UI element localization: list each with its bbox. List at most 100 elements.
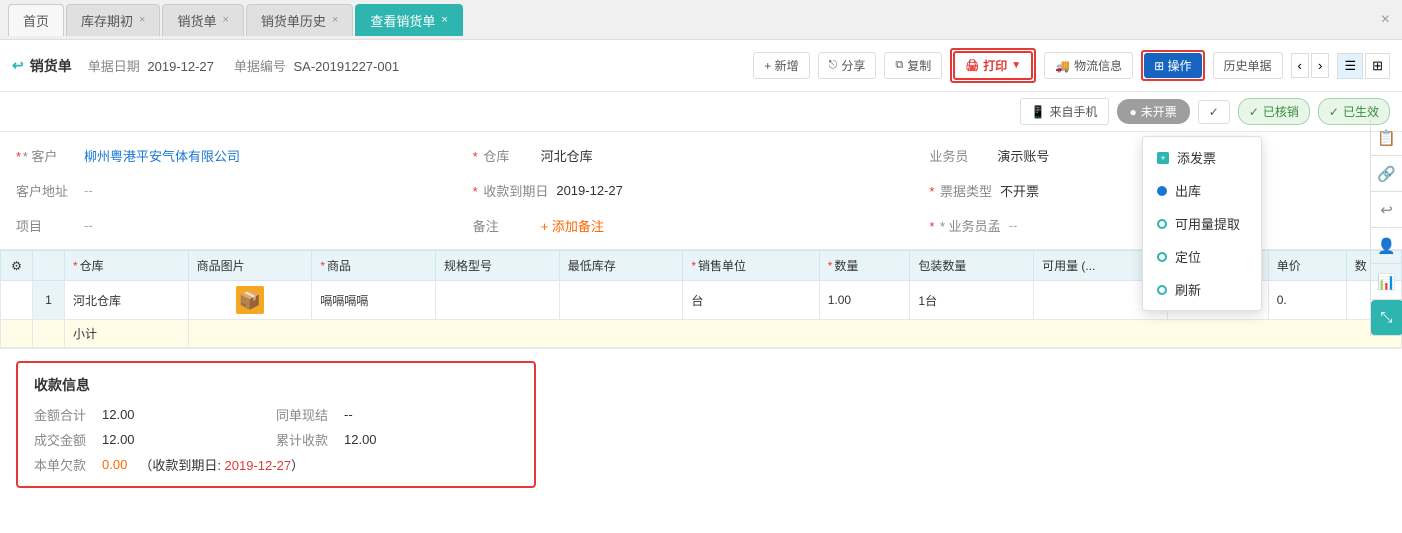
- history-button[interactable]: 历史单据: [1213, 52, 1283, 79]
- payment-box: 收款信息 金额合计 12.00 同单现结 -- 成交金额 12.00 累计收款 …: [16, 361, 536, 488]
- dropdown-available[interactable]: 可用量提取: [1143, 207, 1261, 240]
- tab-sales[interactable]: 销货单 ×: [162, 4, 243, 36]
- row-product: 嗝嗝嗝嗝: [312, 281, 436, 320]
- print-dropdown-arrow[interactable]: ▼: [1011, 60, 1021, 71]
- dropdown-outbound[interactable]: 出库: [1143, 174, 1261, 207]
- from-phone-label: 来自手机: [1050, 103, 1098, 120]
- row-pack-qty: 1台: [910, 281, 1034, 320]
- add-invoice-icon: +: [1157, 152, 1169, 164]
- dropdown-locate[interactable]: 定位: [1143, 240, 1261, 273]
- share-label: 分享: [841, 57, 865, 74]
- sidebar-link-icon[interactable]: 🔗: [1371, 156, 1402, 192]
- due-date-row: * 收款到期日 2019-12-27: [473, 177, 930, 204]
- phone-icon: 📱: [1031, 105, 1046, 119]
- same-order-value: --: [344, 407, 353, 422]
- operate-button[interactable]: ⊞ 操作: [1144, 53, 1201, 78]
- add-invoice-label: 添发票: [1177, 148, 1216, 167]
- not-open-label: 未开票: [1141, 103, 1177, 120]
- row-min-stock: [559, 281, 683, 320]
- nav-arrows: ‹ ›: [1291, 53, 1330, 78]
- logistics-icon: 🚚: [1055, 59, 1070, 73]
- project-row: 项目 --: [16, 212, 473, 239]
- approve-button[interactable]: ✓: [1198, 100, 1230, 124]
- refresh-icon: [1157, 285, 1167, 295]
- subtotal-gear: [1, 320, 33, 348]
- note-label: 备注: [473, 216, 533, 235]
- window-close-button[interactable]: ×: [1381, 11, 1390, 29]
- warehouse-value: 河北仓库: [541, 146, 593, 165]
- toolbar-row: 📱 来自手机 ● 未开票 ✓ ✓ 已核销 ✓ 已生效: [0, 92, 1402, 132]
- payment-title: 收款信息: [34, 375, 518, 395]
- prev-button[interactable]: ‹: [1291, 53, 1309, 78]
- total-label: 金额合计: [34, 405, 94, 424]
- warehouse-label: * 仓库: [473, 146, 533, 165]
- tab-view-sales[interactable]: 查看销货单 ×: [355, 4, 462, 36]
- total-row: 金额合计 12.00: [34, 405, 276, 424]
- same-order-row: 同单现结 --: [276, 405, 518, 424]
- not-open-button[interactable]: ● 未开票: [1117, 99, 1190, 124]
- tab-inventory[interactable]: 库存期初 ×: [66, 4, 160, 36]
- transaction-row: 成交金额 12.00: [34, 430, 276, 449]
- doc-type-icon: ↩: [12, 57, 24, 74]
- cancelled-button[interactable]: ✓ 已核销: [1238, 98, 1310, 125]
- right-sidebar: 📋 🔗 ↩ 👤 📊 ⤡: [1370, 120, 1402, 336]
- share-icon: ⎋: [829, 59, 838, 72]
- cancelled-label: 已核销: [1263, 103, 1299, 120]
- note-row: 备注 + 添加备注: [473, 212, 930, 239]
- owed-label: 本单欠款: [34, 455, 94, 474]
- available-label: 可用量提取: [1175, 214, 1240, 233]
- operate-dropdown: + 添发票 出库 可用量提取 定位 刷新: [1142, 136, 1262, 311]
- owed-value: 0.00: [102, 457, 127, 472]
- address-value: --: [84, 183, 93, 198]
- share-button[interactable]: ⎋ 分享: [818, 52, 877, 79]
- sidebar-return-icon[interactable]: ↩: [1371, 192, 1402, 228]
- refresh-label: 刷新: [1175, 280, 1201, 299]
- sidebar-doc-icon[interactable]: 📋: [1371, 120, 1402, 156]
- tab-inventory-close[interactable]: ×: [139, 14, 145, 26]
- logistics-button[interactable]: 🚚 物流信息: [1044, 52, 1133, 79]
- cumulative-row: 累计收款 12.00: [276, 430, 518, 449]
- tab-home[interactable]: 首页: [8, 4, 64, 36]
- col-sales-unit: *销售单位: [683, 251, 819, 281]
- print-highlight: 🖨 打印 ▼: [950, 48, 1036, 83]
- tab-sales-close[interactable]: ×: [222, 14, 228, 26]
- address-row: 客户地址 --: [16, 177, 473, 204]
- from-phone-button[interactable]: 📱 来自手机: [1020, 98, 1109, 125]
- cumulative-value: 12.00: [344, 432, 377, 447]
- new-button[interactable]: + 新增: [753, 52, 809, 79]
- cancelled-icon: ✓: [1249, 105, 1259, 119]
- col-spec: 规格型号: [436, 251, 560, 281]
- tab-view-sales-close[interactable]: ×: [441, 14, 447, 26]
- operate-label: 操作: [1168, 59, 1192, 73]
- tab-sales-history-close[interactable]: ×: [332, 14, 338, 26]
- col-product-image: 商品图片: [188, 251, 312, 281]
- customer-value[interactable]: 柳州粤港平安气体有限公司: [84, 146, 240, 165]
- effective-label: 已生效: [1343, 103, 1379, 120]
- row-quantity: 1.00: [819, 281, 910, 320]
- outbound-label: 出库: [1175, 181, 1201, 200]
- copy-icon: ⧉: [895, 59, 903, 72]
- list-view-button[interactable]: ☰: [1337, 53, 1363, 79]
- add-note-button[interactable]: + 添加备注: [541, 216, 604, 235]
- subtotal-num: [33, 320, 65, 348]
- sidebar-chart-icon[interactable]: 📊: [1371, 264, 1402, 300]
- print-button[interactable]: 🖨 打印 ▼: [953, 51, 1033, 80]
- effective-icon: ✓: [1329, 105, 1339, 119]
- due-date-value: 2019-12-27: [556, 183, 623, 198]
- copy-label: 复制: [907, 57, 931, 74]
- staff-label: 业务员: [929, 146, 989, 165]
- ticket-type-label: * 票据类型: [929, 181, 992, 200]
- sidebar-expand-icon[interactable]: ⤡: [1371, 300, 1402, 336]
- next-button[interactable]: ›: [1311, 53, 1329, 78]
- grid-view-button[interactable]: ⊞: [1365, 53, 1390, 79]
- copy-button[interactable]: ⧉ 复制: [884, 52, 942, 79]
- dropdown-refresh[interactable]: 刷新: [1143, 273, 1261, 306]
- subtotal-values: [188, 320, 1401, 348]
- dropdown-add-invoice[interactable]: + 添发票: [1143, 141, 1261, 174]
- main-area: ↩ 销货单 单据日期 2019-12-27 单据编号 SA-20191227-0…: [0, 40, 1402, 533]
- doc-type-label: 销货单: [30, 56, 72, 76]
- sidebar-user-icon[interactable]: 👤: [1371, 228, 1402, 264]
- row-product-image: 📦: [188, 281, 312, 320]
- locate-label: 定位: [1175, 247, 1201, 266]
- tab-sales-history[interactable]: 销货单历史 ×: [246, 4, 353, 36]
